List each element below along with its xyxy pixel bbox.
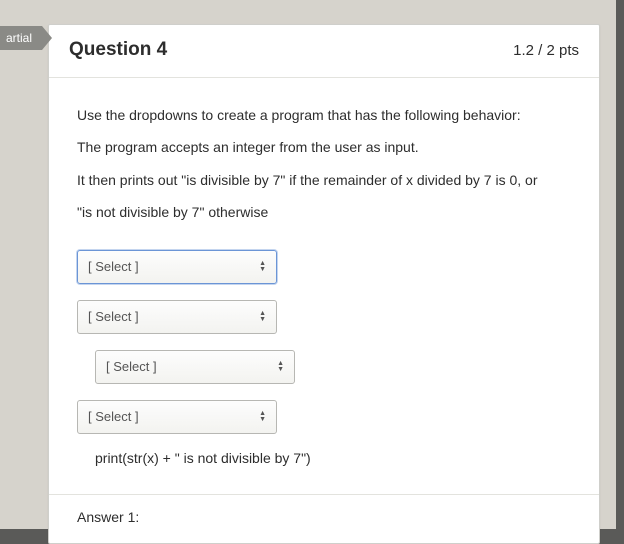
stepper-icon: ▲▼ bbox=[259, 311, 266, 323]
stepper-icon: ▲▼ bbox=[259, 261, 266, 273]
prompt-line: "is not divisible by 7" otherwise bbox=[77, 201, 571, 223]
prompt-line: It then prints out "is divisible by 7" i… bbox=[77, 169, 571, 191]
points-display: 1.2 / 2 pts bbox=[513, 42, 579, 59]
page-background: artial Question 4 1.2 / 2 pts Use the dr… bbox=[0, 0, 616, 529]
stepper-icon: ▲▼ bbox=[277, 361, 284, 373]
question-title: Question 4 bbox=[69, 39, 167, 61]
answer-1-label: Answer 1: bbox=[77, 495, 571, 525]
select-3[interactable]: [ Select ] ▲▼ bbox=[95, 350, 295, 384]
code-line: print(str(x) + " is not divisible by 7") bbox=[95, 450, 571, 466]
card-header: Question 4 1.2 / 2 pts bbox=[49, 25, 599, 78]
select-1-label: [ Select ] bbox=[88, 259, 139, 274]
prompt-line: The program accepts an integer from the … bbox=[77, 136, 571, 158]
prompt-line: Use the dropdowns to create a program th… bbox=[77, 104, 571, 126]
select-4-label: [ Select ] bbox=[88, 409, 139, 424]
dropdown-area: [ Select ] ▲▼ [ Select ] ▲▼ [ Select ] ▲… bbox=[77, 250, 571, 466]
question-prompt: Use the dropdowns to create a program th… bbox=[77, 104, 571, 224]
question-card: Question 4 1.2 / 2 pts Use the dropdowns… bbox=[48, 24, 600, 544]
select-2-label: [ Select ] bbox=[88, 309, 139, 324]
stepper-icon: ▲▼ bbox=[259, 411, 266, 423]
card-body: Use the dropdowns to create a program th… bbox=[49, 78, 599, 525]
select-3-label: [ Select ] bbox=[106, 359, 157, 374]
select-1[interactable]: [ Select ] ▲▼ bbox=[77, 250, 277, 284]
select-2[interactable]: [ Select ] ▲▼ bbox=[77, 300, 277, 334]
grade-badge: artial bbox=[0, 26, 42, 50]
select-4[interactable]: [ Select ] ▲▼ bbox=[77, 400, 277, 434]
